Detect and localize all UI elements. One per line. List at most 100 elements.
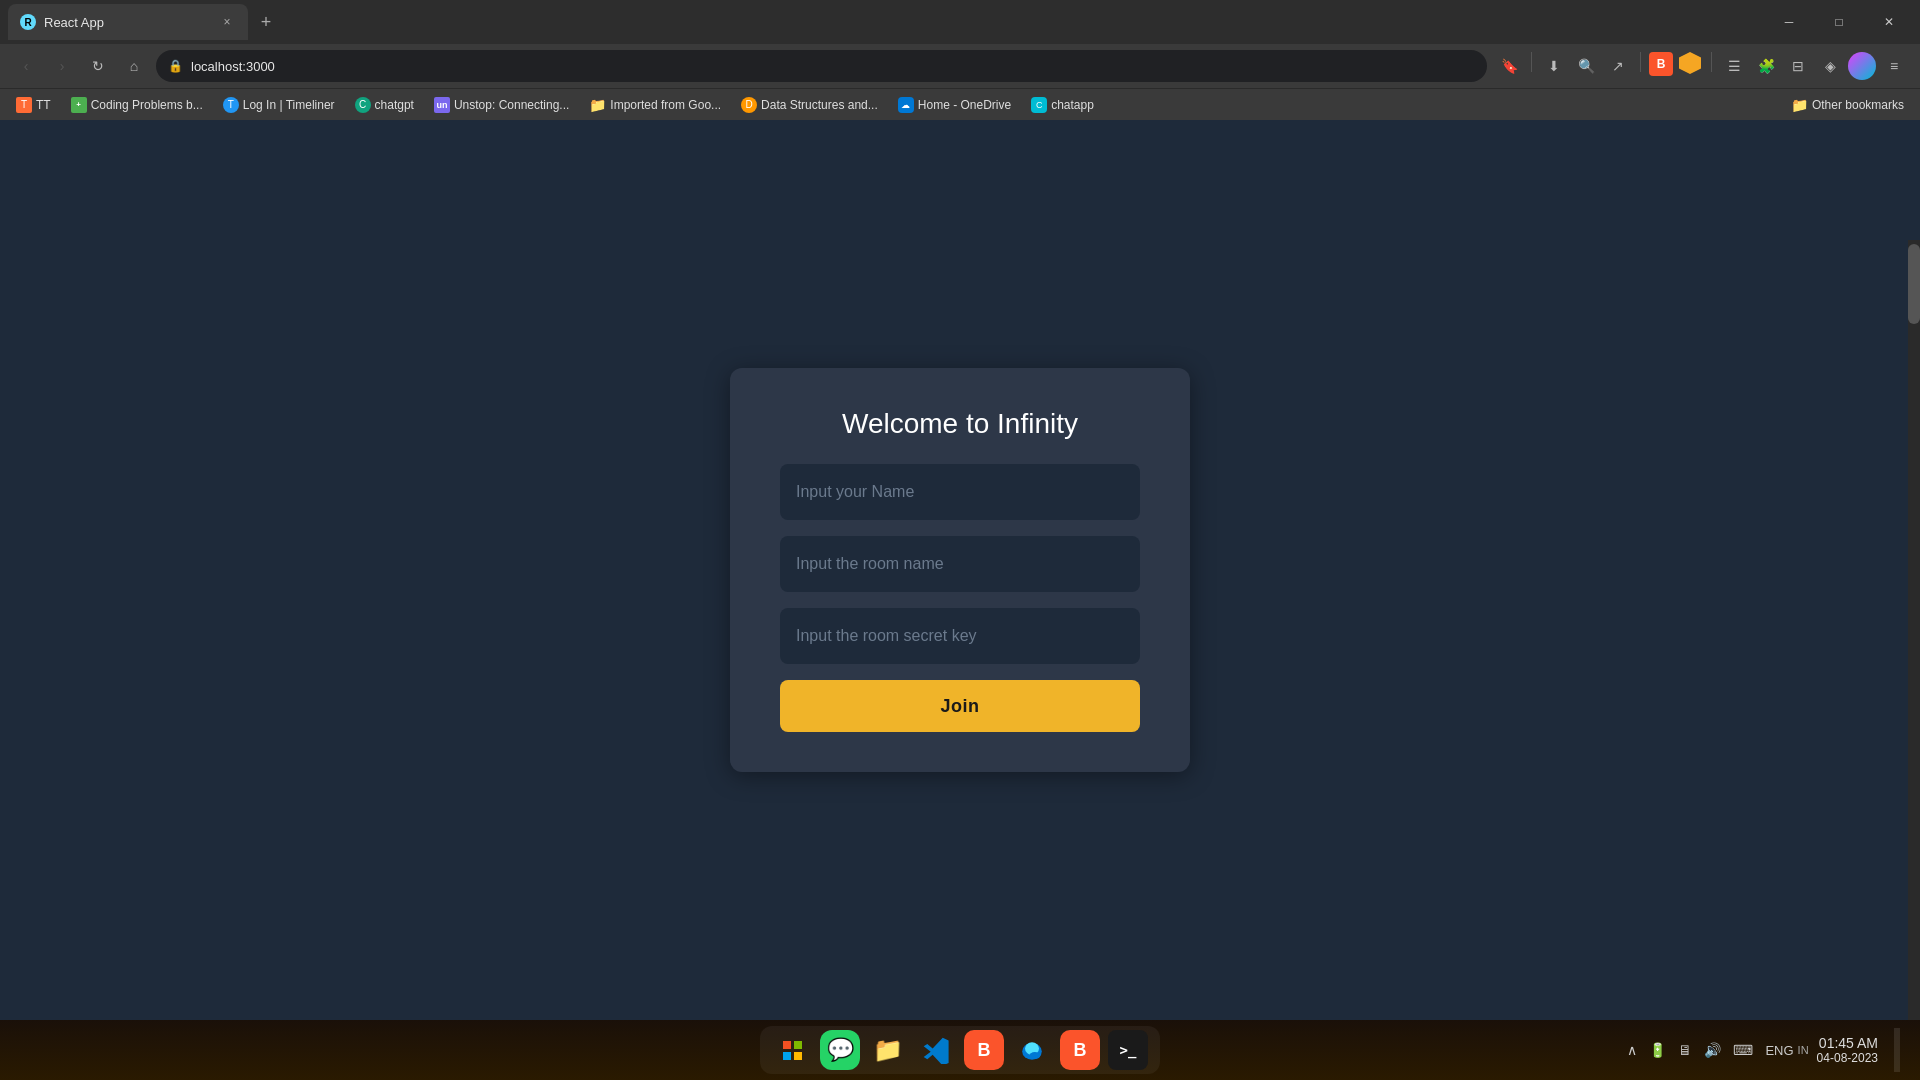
navigation-bar: ‹ › ↻ ⌂ 🔒 localhost:3000 🔖 ⬇ 🔍 ↗ B ☰ 🧩 ⊟… bbox=[0, 44, 1920, 88]
new-tab-button[interactable]: + bbox=[252, 8, 280, 36]
profile-avatar[interactable] bbox=[1848, 52, 1876, 80]
tray-network[interactable]: 🖥 bbox=[1674, 1038, 1696, 1062]
taskbar: 💬 📁 B B >_ ∧ 🔋 🖥 🔊 ⌨ bbox=[0, 1020, 1920, 1080]
address-bar[interactable]: 🔒 localhost:3000 bbox=[156, 50, 1487, 82]
tray-chevron[interactable]: ∧ bbox=[1623, 1038, 1641, 1062]
bookmarks-bar: T TT + Coding Problems b... T Log In | T… bbox=[0, 88, 1920, 120]
room-name-input[interactable] bbox=[780, 536, 1140, 592]
taskbar-brave2[interactable]: B bbox=[1060, 1030, 1100, 1070]
taskbar-terminal[interactable]: >_ bbox=[1108, 1030, 1148, 1070]
nav-right-buttons: 🔖 ⬇ 🔍 ↗ B ☰ 🧩 ⊟ ◈ ≡ bbox=[1495, 52, 1908, 80]
lang-label: ENG bbox=[1765, 1043, 1793, 1058]
url-text: localhost:3000 bbox=[191, 59, 275, 74]
card-title: Welcome to Infinity bbox=[842, 408, 1078, 440]
bookmark-unstop-label: Unstop: Connecting... bbox=[454, 98, 569, 112]
lang-region: ENG IN bbox=[1765, 1043, 1808, 1058]
download-button[interactable]: ⬇ bbox=[1540, 52, 1568, 80]
start-button[interactable] bbox=[772, 1030, 812, 1070]
bookmark-chatapp[interactable]: C chatapp bbox=[1023, 93, 1102, 117]
login-card: Welcome to Infinity Join bbox=[730, 368, 1190, 772]
taskbar-whatsapp[interactable]: 💬 bbox=[820, 1030, 860, 1070]
page-content: Welcome to Infinity Join bbox=[0, 120, 1920, 1020]
bookmark-timeliner-label: Log In | Timeliner bbox=[243, 98, 335, 112]
taskbar-right: ∧ 🔋 🖥 🔊 ⌨ ENG IN 01:45 AM 04-08-2023 bbox=[1160, 1028, 1900, 1072]
bookmark-onedrive[interactable]: ☁ Home - OneDrive bbox=[890, 93, 1019, 117]
system-tray: ∧ 🔋 🖥 🔊 ⌨ bbox=[1623, 1038, 1757, 1062]
bookmark-dsa[interactable]: D Data Structures and... bbox=[733, 93, 886, 117]
tab-bar: R React App × + bbox=[8, 0, 1758, 44]
scrollbar-thumb[interactable] bbox=[1908, 244, 1920, 324]
win-square-4 bbox=[794, 1052, 802, 1060]
favicon-text: R bbox=[24, 17, 31, 28]
maximize-button[interactable]: □ bbox=[1816, 6, 1862, 38]
taskbar-edge[interactable] bbox=[1012, 1030, 1052, 1070]
bookmark-imported[interactable]: 📁 Imported from Goo... bbox=[581, 93, 729, 117]
date-text: 04-08-2023 bbox=[1817, 1051, 1878, 1065]
tray-volume[interactable]: 🔊 bbox=[1700, 1038, 1725, 1062]
join-button[interactable]: Join bbox=[780, 680, 1140, 732]
title-bar: R React App × + ─ □ ✕ bbox=[0, 0, 1920, 44]
tray-keyboard[interactable]: ⌨ bbox=[1729, 1038, 1757, 1062]
other-bookmarks-icon: 📁 bbox=[1791, 97, 1808, 113]
other-bookmarks-label: Other bookmarks bbox=[1812, 98, 1904, 112]
wallet-button[interactable]: ◈ bbox=[1816, 52, 1844, 80]
bookmark-coding[interactable]: + Coding Problems b... bbox=[63, 93, 211, 117]
bookmark-chatapp-label: chatapp bbox=[1051, 98, 1094, 112]
svg-point-2 bbox=[1029, 1052, 1040, 1059]
bookmark-unstop-icon: un bbox=[434, 97, 450, 113]
taskbar-vscode[interactable] bbox=[916, 1030, 956, 1070]
divider bbox=[1531, 52, 1532, 72]
bookmark-tt[interactable]: T TT bbox=[8, 93, 59, 117]
tab-title: React App bbox=[44, 15, 210, 30]
bookmark-coding-icon: + bbox=[71, 97, 87, 113]
reload-button[interactable]: ↻ bbox=[84, 52, 112, 80]
shield-warning-icon[interactable] bbox=[1679, 52, 1701, 74]
bookmark-chatgpt-icon: C bbox=[355, 97, 371, 113]
win-square-3 bbox=[783, 1052, 791, 1060]
menu-button[interactable]: ≡ bbox=[1880, 52, 1908, 80]
bookmark-chatapp-icon: C bbox=[1031, 97, 1047, 113]
bookmark-tt-label: TT bbox=[36, 98, 51, 112]
bookmark-onedrive-label: Home - OneDrive bbox=[918, 98, 1011, 112]
taskbar-brave[interactable]: B bbox=[964, 1030, 1004, 1070]
share-button[interactable]: ↗ bbox=[1604, 52, 1632, 80]
reader-button[interactable]: ☰ bbox=[1720, 52, 1748, 80]
forward-button[interactable]: › bbox=[48, 52, 76, 80]
other-bookmarks[interactable]: 📁 Other bookmarks bbox=[1783, 93, 1912, 117]
home-button[interactable]: ⌂ bbox=[120, 52, 148, 80]
bookmark-tt-icon: T bbox=[16, 97, 32, 113]
tray-battery[interactable]: 🔋 bbox=[1645, 1038, 1670, 1062]
bookmark-button[interactable]: 🔖 bbox=[1495, 52, 1523, 80]
bookmark-onedrive-icon: ☁ bbox=[898, 97, 914, 113]
divider2 bbox=[1640, 52, 1641, 72]
win-square-2 bbox=[794, 1041, 802, 1049]
time-text: 01:45 AM bbox=[1817, 1035, 1878, 1051]
bookmark-timeliner[interactable]: T Log In | Timeliner bbox=[215, 93, 343, 117]
zoom-button[interactable]: 🔍 bbox=[1572, 52, 1600, 80]
name-input[interactable] bbox=[780, 464, 1140, 520]
extensions-button[interactable]: 🧩 bbox=[1752, 52, 1780, 80]
scrollbar[interactable] bbox=[1908, 240, 1920, 1020]
taskbar-files[interactable]: 📁 bbox=[868, 1030, 908, 1070]
bookmark-chatgpt[interactable]: C chatgpt bbox=[347, 93, 422, 117]
close-button[interactable]: ✕ bbox=[1866, 6, 1912, 38]
clock-display[interactable]: 01:45 AM 04-08-2023 bbox=[1817, 1035, 1878, 1065]
bookmark-imported-icon: 📁 bbox=[589, 97, 606, 113]
taskbar-center: 💬 📁 B B >_ bbox=[760, 1026, 1160, 1074]
bookmark-dsa-label: Data Structures and... bbox=[761, 98, 878, 112]
room-secret-input[interactable] bbox=[780, 608, 1140, 664]
sidebar-button[interactable]: ⊟ bbox=[1784, 52, 1812, 80]
window-controls: ─ □ ✕ bbox=[1766, 6, 1912, 38]
back-button[interactable]: ‹ bbox=[12, 52, 40, 80]
tab-favicon: R bbox=[20, 14, 36, 30]
brave-shields-icon[interactable]: B bbox=[1649, 52, 1673, 76]
bookmark-unstop[interactable]: un Unstop: Connecting... bbox=[426, 93, 577, 117]
active-tab[interactable]: R React App × bbox=[8, 4, 248, 40]
lock-icon: 🔒 bbox=[168, 59, 183, 73]
win-square-1 bbox=[783, 1041, 791, 1049]
tab-close-button[interactable]: × bbox=[218, 13, 236, 31]
bookmark-timeliner-icon: T bbox=[223, 97, 239, 113]
show-desktop-button[interactable] bbox=[1894, 1028, 1900, 1072]
minimize-button[interactable]: ─ bbox=[1766, 6, 1812, 38]
bookmark-chatgpt-label: chatgpt bbox=[375, 98, 414, 112]
